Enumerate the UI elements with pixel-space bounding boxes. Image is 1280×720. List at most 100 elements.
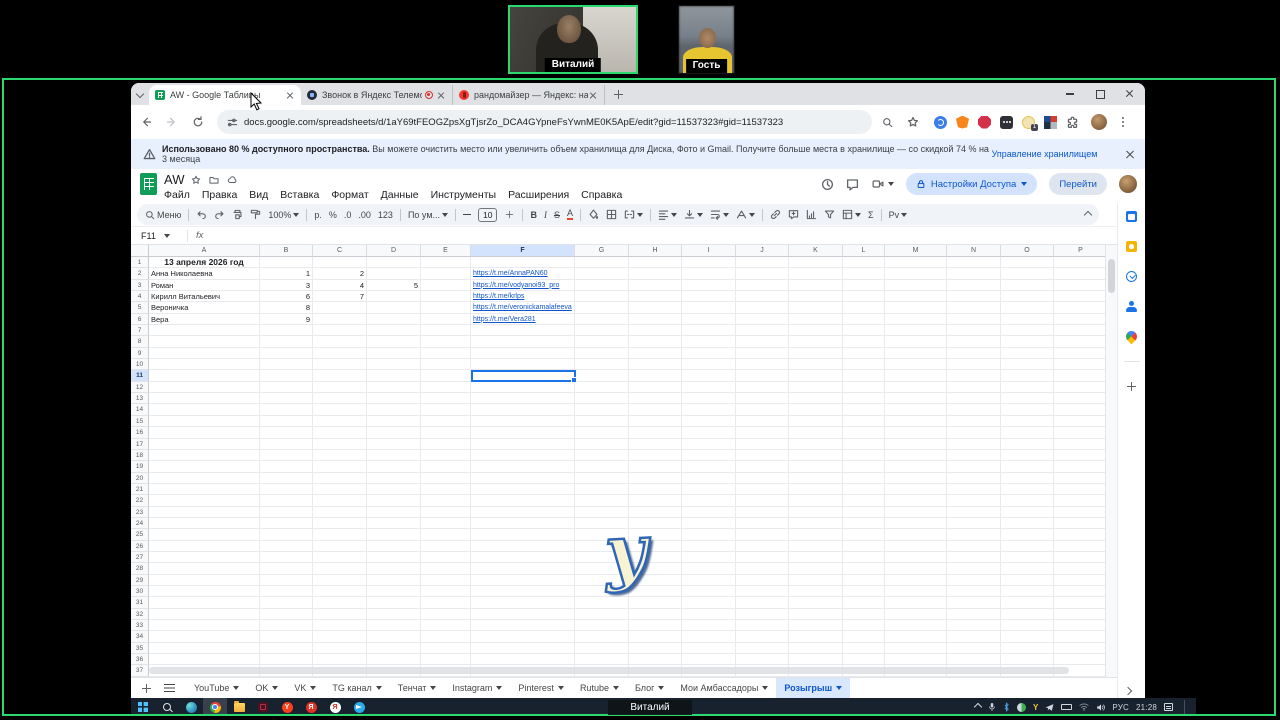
column-header-E[interactable]: E (421, 245, 471, 257)
cell-M12[interactable] (885, 381, 947, 394)
cell-P34[interactable] (1054, 631, 1105, 643)
cell-H32[interactable] (629, 608, 682, 620)
cell-G31[interactable] (575, 597, 629, 609)
cell-H21[interactable] (629, 483, 682, 496)
borders-icon[interactable] (606, 209, 617, 220)
cell-I33[interactable] (682, 620, 736, 632)
cell-I28[interactable] (682, 563, 736, 575)
cell-N34[interactable] (947, 631, 1001, 643)
sheet-tab[interactable]: Pinterest (510, 678, 572, 699)
cell-M3[interactable] (885, 279, 947, 292)
cell-B26[interactable] (260, 540, 313, 552)
cell-D17[interactable] (367, 438, 421, 450)
cell-I5[interactable] (682, 302, 736, 314)
cell-L14[interactable] (843, 404, 885, 416)
microphone-icon[interactable] (988, 702, 996, 712)
cell-K25[interactable] (789, 529, 843, 541)
cell-G17[interactable] (575, 438, 629, 450)
cell-I31[interactable] (682, 597, 736, 609)
cell-E15[interactable] (421, 415, 471, 428)
cell-K34[interactable] (789, 631, 843, 643)
cell-F24[interactable] (471, 517, 575, 530)
cell-E12[interactable] (421, 381, 471, 394)
browser-menu-icon[interactable] (1116, 115, 1130, 129)
cell-C2[interactable]: 2 (313, 268, 367, 280)
cell-K33[interactable] (789, 620, 843, 632)
tray-expand-icon[interactable] (973, 702, 983, 712)
cell-D10[interactable] (367, 359, 421, 371)
cell-K29[interactable] (789, 574, 843, 586)
cell-M7[interactable] (885, 325, 947, 337)
row-header-23[interactable]: 23 (131, 506, 149, 518)
cell-C31[interactable] (313, 597, 367, 609)
cell-P11[interactable] (1054, 370, 1105, 382)
cell-K35[interactable] (789, 642, 843, 655)
row-header-1[interactable]: 1 (131, 257, 149, 269)
cell-K1[interactable] (789, 257, 843, 269)
cell-E34[interactable] (421, 631, 471, 643)
action-center-icon[interactable] (1164, 703, 1173, 711)
column-header-F[interactable]: F (471, 245, 575, 257)
font-size-input[interactable]: 10 (478, 207, 498, 222)
cell-F31[interactable] (471, 597, 575, 609)
cell-O11[interactable] (1001, 370, 1054, 382)
cell-K6[interactable] (789, 313, 843, 326)
cell-B13[interactable] (260, 393, 313, 405)
cell-H20[interactable] (629, 472, 682, 484)
taskbar-telegram-button[interactable] (347, 698, 371, 716)
cell-P22[interactable] (1054, 495, 1105, 507)
cell-M15[interactable] (885, 415, 947, 428)
row-header-8[interactable]: 8 (131, 336, 149, 348)
cell-D4[interactable] (367, 291, 421, 303)
cell-C34[interactable] (313, 631, 367, 643)
cell-E26[interactable] (421, 540, 471, 552)
cell-B30[interactable] (260, 585, 313, 598)
cell-A24[interactable] (149, 517, 260, 530)
cell-C18[interactable] (313, 449, 367, 462)
cell-K2[interactable] (789, 268, 843, 280)
cell-L1[interactable] (843, 257, 885, 269)
cell-O31[interactable] (1001, 597, 1054, 609)
row-header-13[interactable]: 13 (131, 393, 149, 405)
cell-E16[interactable] (421, 427, 471, 439)
cell-I19[interactable] (682, 461, 736, 473)
cell-E23[interactable] (421, 506, 471, 518)
cell-N9[interactable] (947, 347, 1001, 360)
cell-L12[interactable] (843, 381, 885, 394)
cell-P30[interactable] (1054, 586, 1105, 598)
column-header-O[interactable]: O (1001, 245, 1054, 257)
cell-G34[interactable] (575, 631, 629, 643)
cell-M32[interactable] (885, 608, 947, 620)
cell-F26[interactable] (471, 540, 575, 552)
cell-C8[interactable] (313, 336, 367, 348)
cell-C16[interactable] (313, 427, 367, 439)
cell-G16[interactable] (575, 427, 629, 439)
cell-D8[interactable] (367, 336, 421, 348)
cell-H13[interactable] (629, 393, 682, 405)
extension-icon[interactable]: 1 (1022, 115, 1038, 131)
cell-E5[interactable] (421, 302, 471, 314)
start-button[interactable] (131, 698, 155, 716)
cell-F36[interactable] (471, 654, 575, 666)
cell-L36[interactable] (843, 654, 885, 666)
cell-A28[interactable] (149, 563, 260, 575)
cell-D29[interactable] (367, 574, 421, 586)
cell-D9[interactable] (367, 347, 421, 360)
cell-D7[interactable] (367, 325, 421, 337)
increase-font-size-button[interactable] (506, 210, 515, 219)
cell-O21[interactable] (1001, 483, 1054, 496)
cell-K8[interactable] (789, 336, 843, 348)
cell-O13[interactable] (1001, 393, 1054, 405)
cell-J4[interactable] (736, 291, 789, 303)
cell-A16[interactable] (149, 427, 260, 439)
cell-P28[interactable] (1054, 563, 1105, 575)
cell-O29[interactable] (1001, 574, 1054, 586)
cell-O16[interactable] (1001, 427, 1054, 439)
cell-L8[interactable] (843, 336, 885, 348)
cell-K31[interactable] (789, 597, 843, 609)
cell-B16[interactable] (260, 427, 313, 439)
cell-H31[interactable] (629, 597, 682, 609)
cell-B6[interactable]: 9 (260, 313, 313, 326)
cell-F25[interactable] (471, 529, 575, 541)
cell-A32[interactable] (149, 608, 260, 620)
